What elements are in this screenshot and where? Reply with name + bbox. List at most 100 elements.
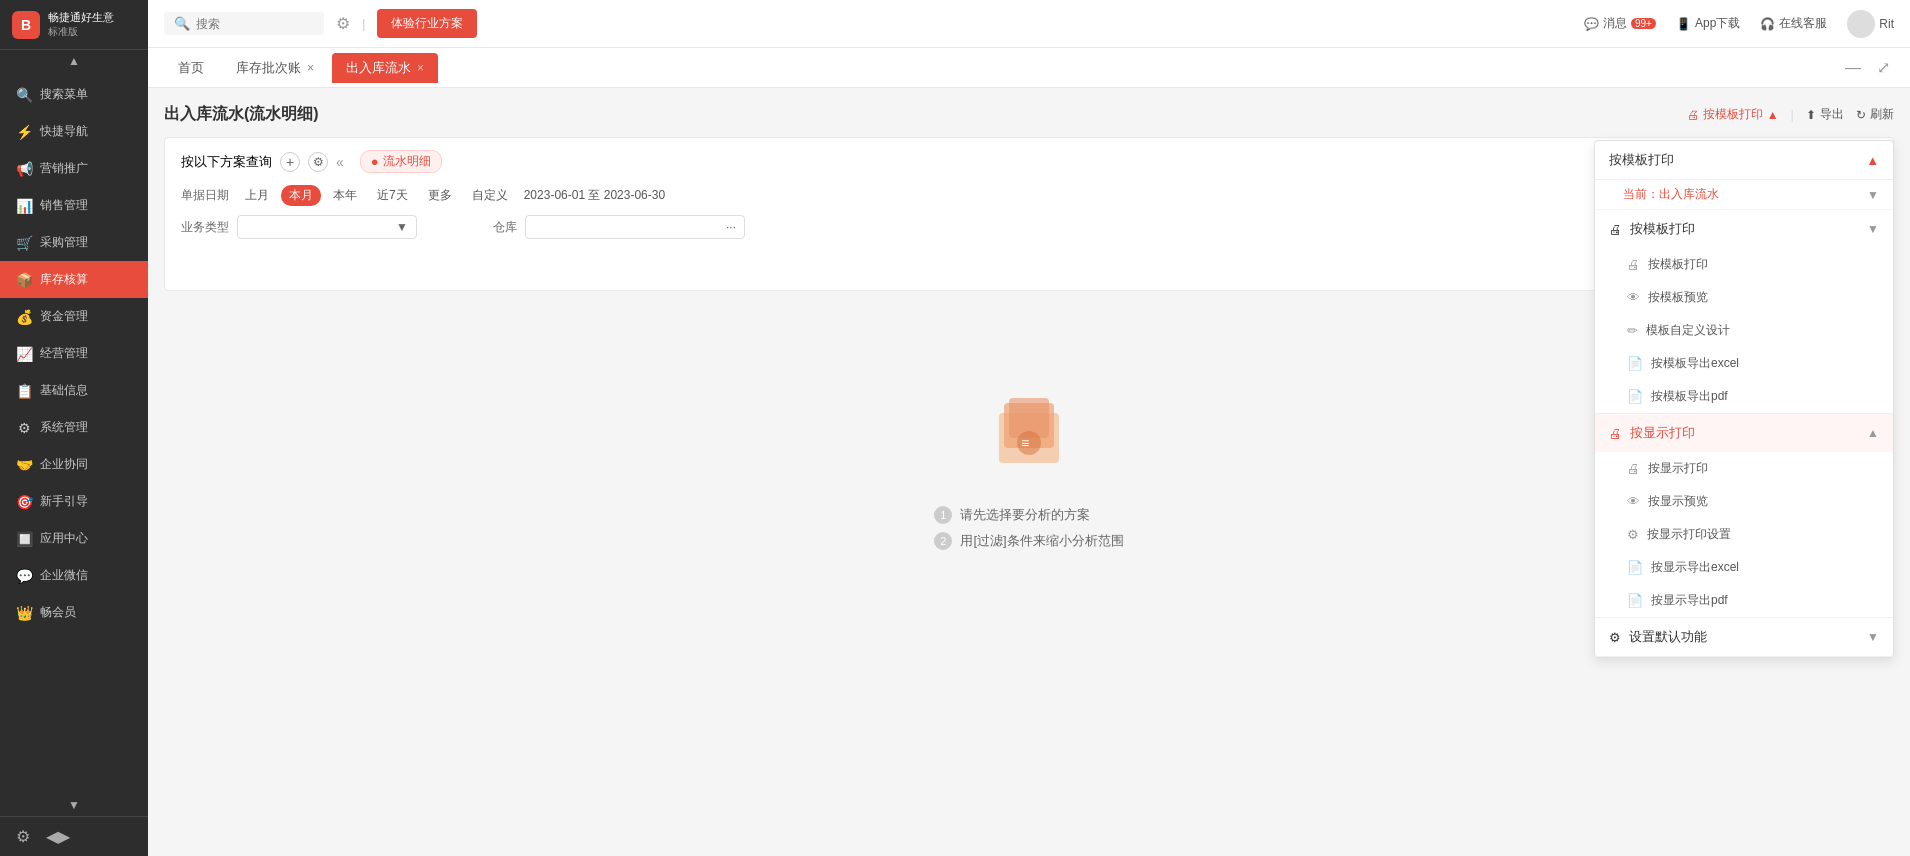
- sidebar-item-label-search: 搜索菜单: [40, 86, 88, 103]
- app-download-icon: 📱: [1676, 17, 1691, 31]
- sidebar-item-label-member: 畅会员: [40, 604, 76, 621]
- sidebar-item-finance[interactable]: 💰 资金管理: [0, 298, 148, 335]
- app-download-btn[interactable]: 📱 App下载: [1676, 15, 1740, 32]
- dropdown-item-display-preview[interactable]: 👁 按显示预览: [1595, 485, 1893, 518]
- collapse-nav-icon[interactable]: ◀▶: [46, 827, 70, 846]
- page-actions: 🖨 按模板打印 ▲ | ⬆ 导出 ↻ 刷新: [1687, 106, 1894, 123]
- sidebar-item-wechat[interactable]: 💬 企业微信: [0, 557, 148, 594]
- tab-batch-close[interactable]: ×: [307, 61, 314, 75]
- date-tab-current_month[interactable]: 本月: [281, 185, 321, 206]
- tab-home[interactable]: 首页: [164, 53, 218, 83]
- sidebar-item-search[interactable]: 🔍 搜索菜单: [0, 76, 148, 113]
- sidebar-item-operations[interactable]: 📈 经营管理: [0, 335, 148, 372]
- tabs-bar: 首页 库存批次账 × 出入库流水 × — ⤢: [148, 48, 1910, 88]
- print-template-btn[interactable]: 🖨 按模板打印 ▲: [1687, 106, 1779, 123]
- template-print-icon: 🖨: [1609, 222, 1622, 237]
- user-avatar-area[interactable]: Rit: [1847, 10, 1894, 38]
- scroll-up-btn[interactable]: ▲: [0, 50, 148, 72]
- search-box[interactable]: 🔍: [164, 12, 324, 35]
- sidebar-item-inventory[interactable]: 📦 库存核算: [0, 261, 148, 298]
- filter-add-btn[interactable]: +: [280, 152, 300, 172]
- dropdown-item-display-excel[interactable]: 📄 按显示导出excel: [1595, 551, 1893, 584]
- dropdown-item-template-pdf[interactable]: 📄 按模板导出pdf: [1595, 380, 1893, 413]
- tab-batch[interactable]: 库存批次账 ×: [222, 53, 328, 83]
- marketing-icon: 📢: [16, 161, 32, 177]
- filter-label: 按以下方案查询: [181, 153, 272, 171]
- topbar-gear-icon[interactable]: ⚙: [336, 14, 350, 33]
- sidebar-item-label-wechat: 企业微信: [40, 567, 88, 584]
- sidebar-item-enterprise[interactable]: 🤝 企业协同: [0, 446, 148, 483]
- dropdown-item-display-pdf[interactable]: 📄 按显示导出pdf: [1595, 584, 1893, 617]
- sidebar-nav: 🔍 搜索菜单 ⚡ 快捷导航 📢 营销推广 📊 销售管理 🛒 采购管理 📦 库存核…: [0, 72, 148, 794]
- tab-flow-close[interactable]: ×: [417, 61, 424, 75]
- date-tab-prev_month[interactable]: 上月: [237, 185, 277, 206]
- dropdown-item-template-preview[interactable]: 👁 按模板预览: [1595, 281, 1893, 314]
- settings-icon[interactable]: ⚙: [16, 827, 30, 846]
- refresh-btn[interactable]: ↻ 刷新: [1856, 106, 1894, 123]
- main-content: 🔍 ⚙ | 体验行业方案 💬 消息 99+ 📱 App下载 🎧 在线客服 Rit: [148, 0, 1910, 856]
- display-pdf-icon: 📄: [1627, 593, 1643, 608]
- tab-flow[interactable]: 出入库流水 ×: [332, 53, 438, 83]
- refresh-icon: ↻: [1856, 108, 1866, 122]
- date-tab-last_7[interactable]: 近7天: [369, 185, 416, 206]
- template-excel-icon: 📄: [1627, 356, 1643, 371]
- date-tabs: 上月本月本年近7天更多自定义: [237, 185, 516, 206]
- sidebar-item-member[interactable]: 👑 畅会员: [0, 594, 148, 631]
- online-service-btn[interactable]: 🎧 在线客服: [1760, 15, 1827, 32]
- dropdown-item-display-print-settings[interactable]: ⚙ 按显示打印设置: [1595, 518, 1893, 551]
- trial-btn[interactable]: 体验行业方案: [377, 9, 477, 38]
- search-icon: 🔍: [174, 16, 190, 31]
- date-tab-this_year[interactable]: 本年: [325, 185, 365, 206]
- svg-text:≡: ≡: [1021, 435, 1029, 451]
- dropdown-section-header-template-print[interactable]: 🖨 按模板打印 ▼: [1595, 210, 1893, 248]
- sidebar-item-apps[interactable]: 🔲 应用中心: [0, 520, 148, 557]
- biz-type-select[interactable]: ▼: [237, 215, 417, 239]
- dropdown-section-header-display-print[interactable]: 🖨 按显示打印 ▲: [1595, 414, 1893, 452]
- date-tab-more[interactable]: 更多: [420, 185, 460, 206]
- online-service-icon: 🎧: [1760, 17, 1775, 31]
- apps-icon: 🔲: [16, 531, 32, 547]
- sidebar-item-newbie[interactable]: 🎯 新手引导: [0, 483, 148, 520]
- warehouse-select[interactable]: ···: [525, 215, 745, 239]
- search-icon: 🔍: [16, 87, 32, 103]
- messages-btn[interactable]: 💬 消息 99+: [1584, 15, 1656, 32]
- default-settings-icon: ⚙: [1609, 630, 1621, 645]
- empty-step-1: 1 请先选择要分析的方案: [934, 506, 1123, 524]
- system-icon: ⚙: [16, 420, 32, 436]
- sidebar-item-label-purchase: 采购管理: [40, 234, 88, 251]
- tab-maximize-btn[interactable]: ⤢: [1873, 58, 1894, 77]
- filter-settings-icon[interactable]: ⚙: [308, 152, 328, 172]
- biz-type-filter: 业务类型 ▼: [181, 215, 417, 239]
- export-btn[interactable]: ⬆ 导出: [1806, 106, 1844, 123]
- sidebar-item-system[interactable]: ⚙ 系统管理: [0, 409, 148, 446]
- display-print-item-icon: 🖨: [1627, 461, 1640, 476]
- sidebar-item-sales[interactable]: 📊 销售管理: [0, 187, 148, 224]
- dropdown-section-default-settings: ⚙ 设置默认功能 ▼: [1595, 618, 1893, 657]
- warehouse-more-icon: ···: [726, 220, 736, 234]
- basic-icon: 📋: [16, 383, 32, 399]
- sidebar-item-shortcut[interactable]: ⚡ 快捷导航: [0, 113, 148, 150]
- dropdown-item-display-print-item[interactable]: 🖨 按显示打印: [1595, 452, 1893, 485]
- scroll-down-btn[interactable]: ▼: [0, 794, 148, 816]
- dropdown-section-header-default-settings[interactable]: ⚙ 设置默认功能 ▼: [1595, 618, 1893, 656]
- newbie-icon: 🎯: [16, 494, 32, 510]
- filter-tag: ● 流水明细: [360, 150, 442, 173]
- sidebar-item-label-newbie: 新手引导: [40, 493, 88, 510]
- dropdown-section-display-print: 🖨 按显示打印 ▲ 🖨 按显示打印 👁 按显示预览 ⚙ 按显示打印设置 📄 按显…: [1595, 414, 1893, 618]
- shortcut-icon: ⚡: [16, 124, 32, 140]
- sidebar-item-purchase[interactable]: 🛒 采购管理: [0, 224, 148, 261]
- sidebar-item-marketing[interactable]: 📢 营销推广: [0, 150, 148, 187]
- dropdown-item-template-excel[interactable]: 📄 按模板导出excel: [1595, 347, 1893, 380]
- filter-collapse-icon[interactable]: «: [336, 154, 344, 170]
- operations-icon: 📈: [16, 346, 32, 362]
- warehouse-label: 仓库: [493, 219, 517, 236]
- search-input[interactable]: [196, 17, 296, 31]
- warehouse-filter: 仓库 ···: [493, 215, 745, 239]
- sidebar-item-basic[interactable]: 📋 基础信息: [0, 372, 148, 409]
- dropdown-item-template-custom[interactable]: ✏ 模板自定义设计: [1595, 314, 1893, 347]
- date-tab-custom[interactable]: 自定义: [464, 185, 516, 206]
- template-print-arrow: ▼: [1867, 222, 1879, 236]
- tab-minimize-btn[interactable]: —: [1841, 58, 1865, 77]
- sidebar-item-label-apps: 应用中心: [40, 530, 88, 547]
- dropdown-item-template-print-item[interactable]: 🖨 按模板打印: [1595, 248, 1893, 281]
